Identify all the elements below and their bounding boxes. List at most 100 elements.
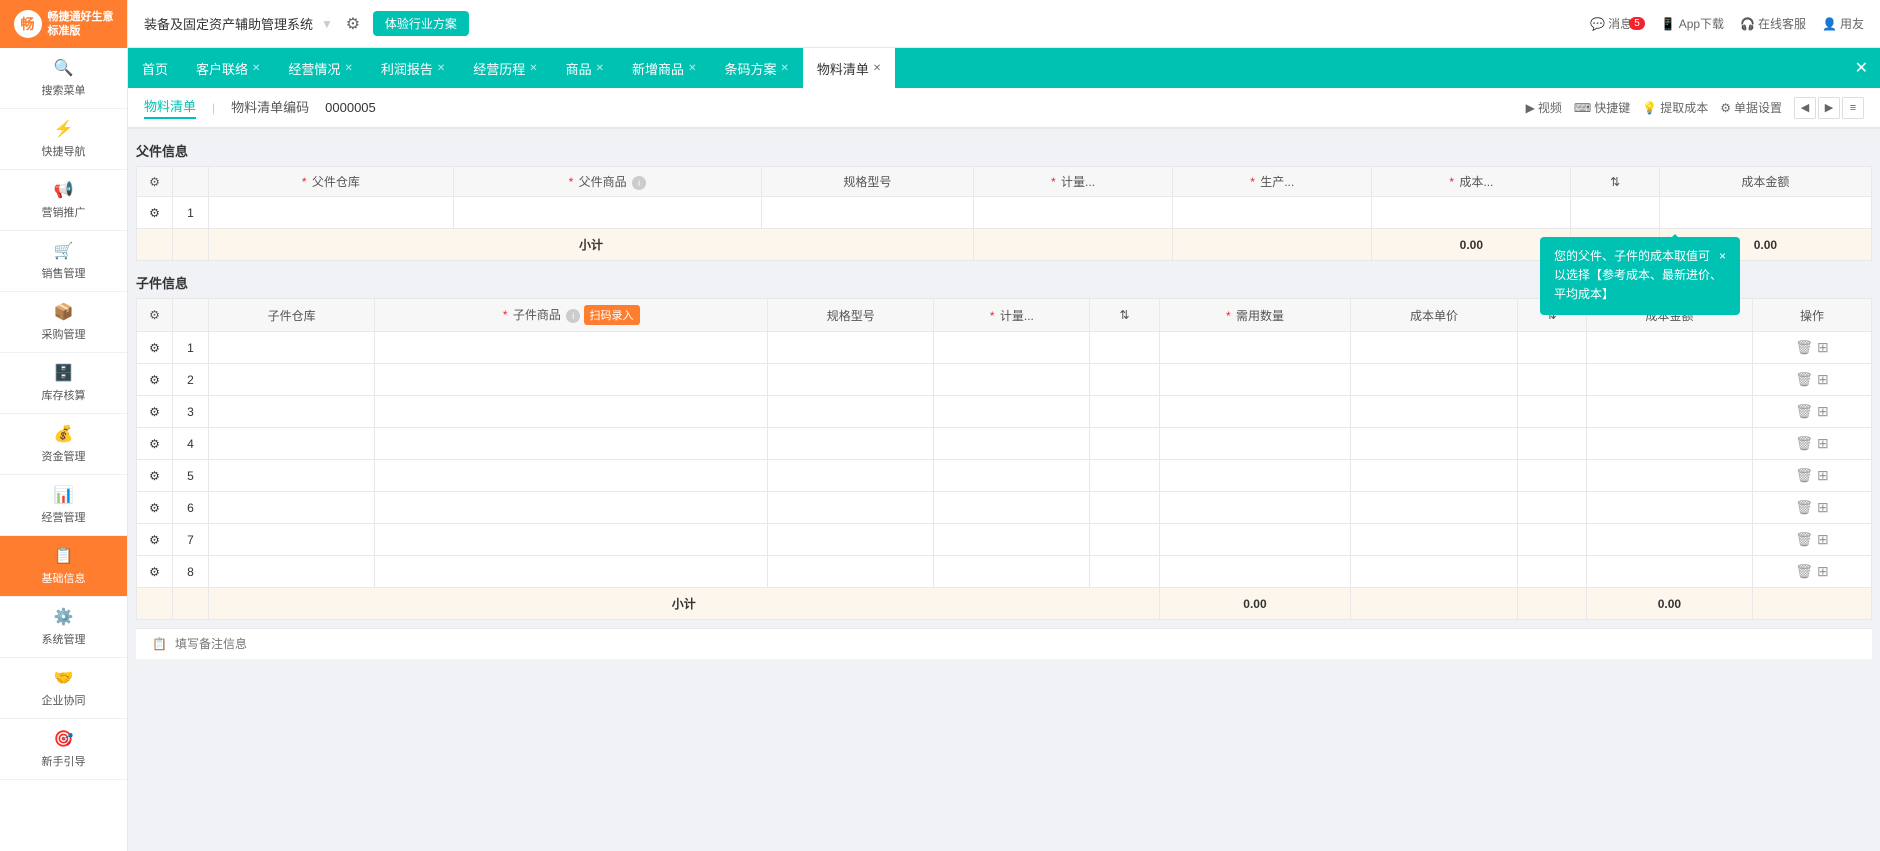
cost-action[interactable]: 💡 提取成本 <box>1642 99 1708 116</box>
close-products-icon[interactable]: ✕ <box>596 63 604 74</box>
online-service-item[interactable]: 🎧 在线客服 <box>1740 15 1806 32</box>
search-icon: 🔍 <box>54 58 74 78</box>
parent-col-num <box>173 167 209 197</box>
close-barcode-icon[interactable]: ✕ <box>780 63 788 74</box>
trial-button[interactable]: 体验行业方案 <box>373 11 469 36</box>
doc-settings-icon: ⚙ <box>1720 101 1731 115</box>
copy-row7-icon[interactable]: ⊞ <box>1817 531 1829 548</box>
user-avatar-item[interactable]: 👤 用友 <box>1822 15 1864 32</box>
note-input[interactable] <box>175 637 1856 651</box>
child-col-warehouse: 子件仓库 <box>209 299 375 332</box>
child-product-info-icon[interactable]: i <box>566 309 580 323</box>
child-row4-num: 4 <box>173 428 209 460</box>
app-download-item[interactable]: 📱 App下载 <box>1661 15 1724 32</box>
prev-arrow-button[interactable]: ◀ <box>1794 97 1816 119</box>
sub-tab-bom-list[interactable]: 物料清单 <box>144 96 196 119</box>
sidebar-item-operations[interactable]: 📊 经营管理 <box>0 475 127 536</box>
child-row4-actions: 🗑 ⊞ <box>1752 428 1871 460</box>
parent-product-info-icon[interactable]: i <box>632 176 646 190</box>
copy-row4-icon[interactable]: ⊞ <box>1817 435 1829 452</box>
tab-customers[interactable]: 客户联络 ✕ <box>182 48 274 88</box>
sidebar-item-quick-nav[interactable]: ⚡ 快捷导航 <box>0 109 127 170</box>
child-row1-actions: 🗑 ⊞ <box>1752 332 1871 364</box>
sub-tab-bom-code[interactable]: 物料清单编码 <box>231 97 309 118</box>
tab-barcode[interactable]: 条码方案 ✕ <box>710 48 802 88</box>
child-row1-unit-cost[interactable] <box>1351 332 1517 364</box>
message-item[interactable]: 💬 消息 5 <box>1590 15 1645 32</box>
sidebar-item-search[interactable]: 🔍 搜索菜单 <box>0 48 127 109</box>
shortcut-action[interactable]: ⌨ 快捷键 <box>1574 99 1630 116</box>
delete-row1-icon[interactable]: 🗑 <box>1795 339 1813 356</box>
close-new-products-icon[interactable]: ✕ <box>688 63 696 74</box>
parent-row-product[interactable] <box>453 197 761 229</box>
child-row1-qty[interactable] <box>934 332 1090 364</box>
child-col-qty: * 计量... <box>934 299 1090 332</box>
app-icon: 📱 <box>1661 17 1676 31</box>
child-row1-needed[interactable] <box>1159 332 1351 364</box>
nav-close-all-icon[interactable]: ✕ <box>1843 58 1880 78</box>
child-row2-num: 2 <box>173 364 209 396</box>
sidebar-item-basic-info[interactable]: 📋 基础信息 <box>0 536 127 597</box>
delete-row5-icon[interactable]: 🗑 <box>1795 467 1813 484</box>
tab-profit[interactable]: 利润报告 ✕ <box>367 48 459 88</box>
settings-action[interactable]: ⚙ 单据设置 <box>1720 99 1782 116</box>
parent-row-prod-date[interactable] <box>1173 197 1372 229</box>
parent-col-gear: ⚙ <box>137 167 173 197</box>
sidebar-item-purchase[interactable]: 📦 采购管理 <box>0 292 127 353</box>
next-arrow-button[interactable]: ▶ <box>1818 97 1840 119</box>
sidebar-item-inventory[interactable]: 🗄️ 库存核算 <box>0 353 127 414</box>
copy-row8-icon[interactable]: ⊞ <box>1817 563 1829 580</box>
copy-row5-icon[interactable]: ⊞ <box>1817 467 1829 484</box>
close-bom-icon[interactable]: ✕ <box>873 63 881 74</box>
tab-products[interactable]: 商品 ✕ <box>552 48 618 88</box>
child-row1-warehouse[interactable] <box>209 332 375 364</box>
parent-row-cost[interactable] <box>1372 197 1571 229</box>
view-action[interactable]: ▶ 视频 <box>1526 99 1562 116</box>
child-row7-actions: 🗑 ⊞ <box>1752 524 1871 556</box>
copy-row6-icon[interactable]: ⊞ <box>1817 499 1829 516</box>
delete-row4-icon[interactable]: 🗑 <box>1795 435 1813 452</box>
child-row1-spec[interactable] <box>768 332 934 364</box>
sub-header-actions: ▶ 视频 ⌨ 快捷键 💡 提取成本 ⚙ 单据设置 <box>1526 97 1864 119</box>
settings-gear-icon[interactable]: ⚙ <box>341 12 365 36</box>
tab-history[interactable]: 经营历程 ✕ <box>459 48 551 88</box>
tab-home[interactable]: 首页 <box>128 48 182 88</box>
close-customers-icon[interactable]: ✕ <box>252 63 260 74</box>
parent-col-sort: ⇅ <box>1571 167 1659 197</box>
parent-row-spec[interactable] <box>761 197 973 229</box>
logo-icon: 畅 <box>14 10 42 38</box>
delete-row7-icon[interactable]: 🗑 <box>1795 531 1813 548</box>
parent-row-qty[interactable] <box>973 197 1172 229</box>
tab-bom[interactable]: 物料清单 ✕ <box>803 48 895 88</box>
tab-new-products[interactable]: 新增商品 ✕ <box>618 48 710 88</box>
parent-row-cost-amount <box>1659 197 1871 229</box>
parent-row-warehouse[interactable] <box>209 197 454 229</box>
sales-icon: 🛒 <box>54 241 74 261</box>
scan-button[interactable]: 扫码录入 <box>584 305 640 325</box>
sidebar-item-system[interactable]: ⚙️ 系统管理 <box>0 597 127 658</box>
sidebar-item-finance[interactable]: 💰 资金管理 <box>0 414 127 475</box>
tooltip-close-button[interactable]: × <box>1719 247 1726 266</box>
copy-row2-icon[interactable]: ⊞ <box>1817 371 1829 388</box>
close-profit-icon[interactable]: ✕ <box>437 63 445 74</box>
menu-button[interactable]: ≡ <box>1842 97 1864 119</box>
tooltip-text: 您的父件、子件的成本取值可以选择【参考成本、最新进价、平均成本】 <box>1554 249 1722 301</box>
delete-row2-icon[interactable]: 🗑 <box>1795 371 1813 388</box>
close-operations-icon[interactable]: ✕ <box>344 63 352 74</box>
close-history-icon[interactable]: ✕ <box>529 63 537 74</box>
sidebar-item-marketing[interactable]: 📢 营销推广 <box>0 170 127 231</box>
copy-row1-icon[interactable]: ⊞ <box>1817 339 1829 356</box>
child-col-unit-cost: 成本单价 <box>1351 299 1517 332</box>
delete-row6-icon[interactable]: 🗑 <box>1795 499 1813 516</box>
top-header: 装备及固定资产辅助管理系统 ▼ ⚙ 体验行业方案 💬 消息 5 📱 App下载 … <box>128 0 1880 48</box>
delete-row3-icon[interactable]: 🗑 <box>1795 403 1813 420</box>
sidebar-item-sales[interactable]: 🛒 销售管理 <box>0 231 127 292</box>
sidebar-item-enterprise[interactable]: 🤝 企业协同 <box>0 658 127 719</box>
sidebar-item-guide[interactable]: 🎯 新手引导 <box>0 719 127 780</box>
child-row1-product[interactable] <box>375 332 768 364</box>
child-row1-sort <box>1090 332 1159 364</box>
parent-subtotal-gear <box>137 229 173 261</box>
tab-operations[interactable]: 经营情况 ✕ <box>274 48 366 88</box>
copy-row3-icon[interactable]: ⊞ <box>1817 403 1829 420</box>
delete-row8-icon[interactable]: 🗑 <box>1795 563 1813 580</box>
